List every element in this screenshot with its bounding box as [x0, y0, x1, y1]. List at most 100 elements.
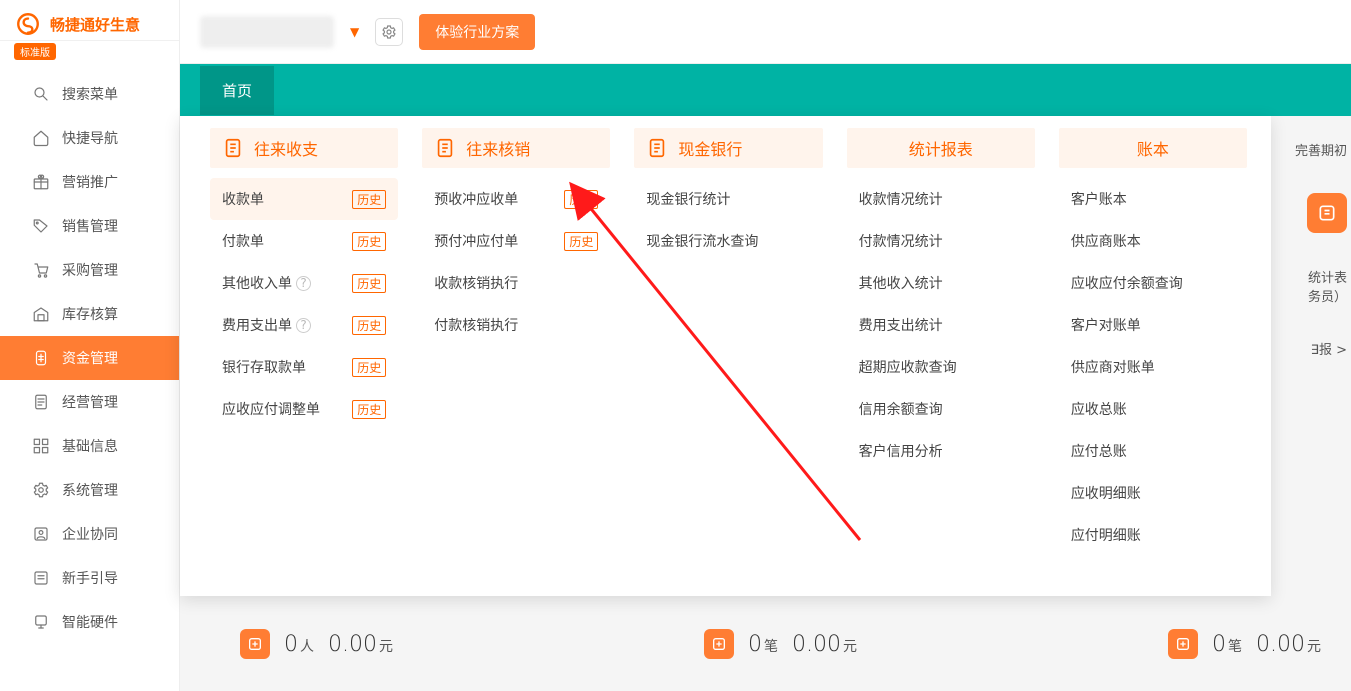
mega-item[interactable]: 应收应付调整单 历史 — [210, 388, 398, 430]
mega-item[interactable]: 付款核销执行 — [422, 304, 610, 346]
sidebar-item-label: 快捷导航 — [62, 128, 118, 148]
mega-item[interactable]: 应付总账 — [1059, 430, 1247, 472]
doc-icon — [646, 137, 668, 159]
cart-icon — [32, 261, 50, 279]
history-badge[interactable]: 历史 — [352, 190, 386, 209]
mega-item[interactable]: 应付明细账 — [1059, 514, 1247, 556]
sidebar-item-home[interactable]: 快捷导航 — [0, 116, 179, 160]
help-icon[interactable]: ? — [296, 318, 311, 333]
sidebar-item-money[interactable]: 资金管理 — [0, 336, 179, 380]
tab-home[interactable]: 首页 — [200, 66, 274, 115]
home-icon — [32, 129, 50, 147]
mega-col-head: 账本 — [1059, 128, 1247, 168]
history-badge[interactable]: 历史 — [352, 232, 386, 251]
sidebar-item-doc[interactable]: 经营管理 — [0, 380, 179, 424]
mega-item[interactable]: 预付冲应付单历史 — [422, 220, 610, 262]
mega-col-title: 统计报表 — [909, 136, 973, 160]
mega-item-label: 收款核销执行 — [434, 273, 518, 293]
grid-icon — [32, 437, 50, 455]
history-badge[interactable]: 历史 — [564, 190, 598, 209]
dock-text[interactable]: ∃报 > — [1311, 339, 1347, 358]
sidebar-item-grid[interactable]: 基础信息 — [0, 424, 179, 468]
dock-chip[interactable] — [1307, 193, 1347, 233]
mega-item[interactable]: 费用支出统计 — [847, 304, 1035, 346]
history-badge[interactable]: 历史 — [352, 274, 386, 293]
stat-amount-unit: 元 — [843, 639, 857, 655]
sidebar-item-steps[interactable]: 新手引导 — [0, 556, 179, 600]
steps-icon — [32, 569, 50, 587]
mega-item[interactable]: 应收应付余额查询 — [1059, 262, 1247, 304]
help-icon[interactable]: ? — [296, 276, 311, 291]
history-badge[interactable]: 历史 — [352, 400, 386, 419]
doc-icon — [32, 393, 50, 411]
mega-item[interactable]: 银行存取款单历史 — [210, 346, 398, 388]
history-badge[interactable]: 历史 — [352, 358, 386, 377]
stat-count-unit: 笔 — [1228, 639, 1242, 655]
sidebar-item-label: 销售管理 — [62, 216, 118, 236]
stat-count: 0 — [748, 632, 762, 657]
dock-text[interactable]: 统计表 务员） — [1308, 267, 1347, 305]
mega-item[interactable]: 收款单历史 — [210, 178, 398, 220]
sidebar-item-tag[interactable]: 销售管理 — [0, 204, 179, 248]
mega-item[interactable]: 应收明细账 — [1059, 472, 1247, 514]
mega-item-label: 应收总账 — [1071, 399, 1127, 419]
sidebar-item-cart[interactable]: 采购管理 — [0, 248, 179, 292]
mega-item[interactable]: 供应商账本 — [1059, 220, 1247, 262]
mega-item-label: 应收应付调整单 — [222, 399, 320, 419]
mega-item-label: 应收应付余额查询 — [1071, 273, 1183, 293]
stat-block: 0人0.00元 — [240, 629, 393, 659]
mega-item-label: 客户账本 — [1071, 189, 1127, 209]
mega-item[interactable]: 其他收入统计 — [847, 262, 1035, 304]
brand-name: 畅捷通好生意 — [50, 14, 140, 35]
mega-col-2: 现金银行现金银行统计现金银行流水查询 — [634, 128, 822, 556]
stat-amount: 0.00 — [792, 632, 841, 657]
sidebar-item-device[interactable]: 智能硬件 — [0, 600, 179, 644]
mega-item[interactable]: 供应商对账单 — [1059, 346, 1247, 388]
sidebar-item-label: 营销推广 — [62, 172, 118, 192]
dock-chip-icon[interactable] — [1307, 193, 1347, 233]
sidebar-item-gear[interactable]: 系统管理 — [0, 468, 179, 512]
team-icon — [32, 525, 50, 543]
mega-item-label: 应收明细账 — [1071, 483, 1141, 503]
mega-item[interactable]: 客户账本 — [1059, 178, 1247, 220]
mega-item[interactable]: 现金银行统计 — [634, 178, 822, 220]
funds-mega-menu: 往来收支收款单历史付款单历史其他收入单?历史费用支出单?历史银行存取款单历史应收… — [180, 116, 1271, 596]
history-badge[interactable]: 历史 — [564, 232, 598, 251]
mega-col-head: 往来核销 — [422, 128, 610, 168]
mega-item[interactable]: 客户对账单 — [1059, 304, 1247, 346]
mega-item[interactable]: 其他收入单?历史 — [210, 262, 398, 304]
sidebar-item-gift[interactable]: 营销推广 — [0, 160, 179, 204]
topbar: ▼ 体验行业方案 — [180, 0, 1351, 64]
chevron-down-icon[interactable]: ▼ — [350, 25, 359, 39]
mega-item[interactable]: 费用支出单?历史 — [210, 304, 398, 346]
mega-item[interactable]: 付款单历史 — [210, 220, 398, 262]
sidebar-item-team[interactable]: 企业协同 — [0, 512, 179, 556]
mega-item[interactable]: 应收总账 — [1059, 388, 1247, 430]
mega-item[interactable]: 收款情况统计 — [847, 178, 1035, 220]
sidebar-item-search[interactable]: 搜索菜单 — [0, 72, 179, 116]
right-dock: 完善期初统计表 务员） ∃报 > — [1281, 140, 1351, 358]
mega-item[interactable]: 预收冲应收单历史 — [422, 178, 610, 220]
mega-item[interactable]: 现金银行流水查询 — [634, 220, 822, 262]
sidebar: 畅捷通好生意 标准版 搜索菜单快捷导航营销推广销售管理采购管理库存核算资金管理经… — [0, 0, 180, 691]
mega-item[interactable]: 客户信用分析 — [847, 430, 1035, 472]
sidebar-item-label: 系统管理 — [62, 480, 118, 500]
mega-list: 预收冲应收单历史预付冲应付单历史收款核销执行付款核销执行 — [422, 178, 610, 346]
mega-item[interactable]: 超期应收款查询 — [847, 346, 1035, 388]
mega-item-label: 信用余额查询 — [859, 399, 943, 419]
mega-item[interactable]: 收款核销执行 — [422, 262, 610, 304]
sidebar-item-warehouse[interactable]: 库存核算 — [0, 292, 179, 336]
experience-button[interactable]: 体验行业方案 — [419, 14, 535, 50]
mega-col-3: 统计报表收款情况统计付款情况统计其他收入统计费用支出统计超期应收款查询信用余额查… — [847, 128, 1035, 556]
mega-item[interactable]: 信用余额查询 — [847, 388, 1035, 430]
mega-item-label: 供应商对账单 — [1071, 357, 1155, 377]
store-selector[interactable] — [200, 16, 334, 48]
history-badge[interactable]: 历史 — [352, 316, 386, 335]
mega-item-label: 供应商账本 — [1071, 231, 1141, 251]
stat-block: 0笔0.00元 — [1168, 629, 1321, 659]
mega-item-label: 客户对账单 — [1071, 315, 1141, 335]
mega-item[interactable]: 付款情况统计 — [847, 220, 1035, 262]
mega-col-title: 账本 — [1137, 136, 1169, 160]
dock-text[interactable]: 完善期初 — [1295, 140, 1347, 159]
settings-button[interactable] — [375, 18, 403, 46]
